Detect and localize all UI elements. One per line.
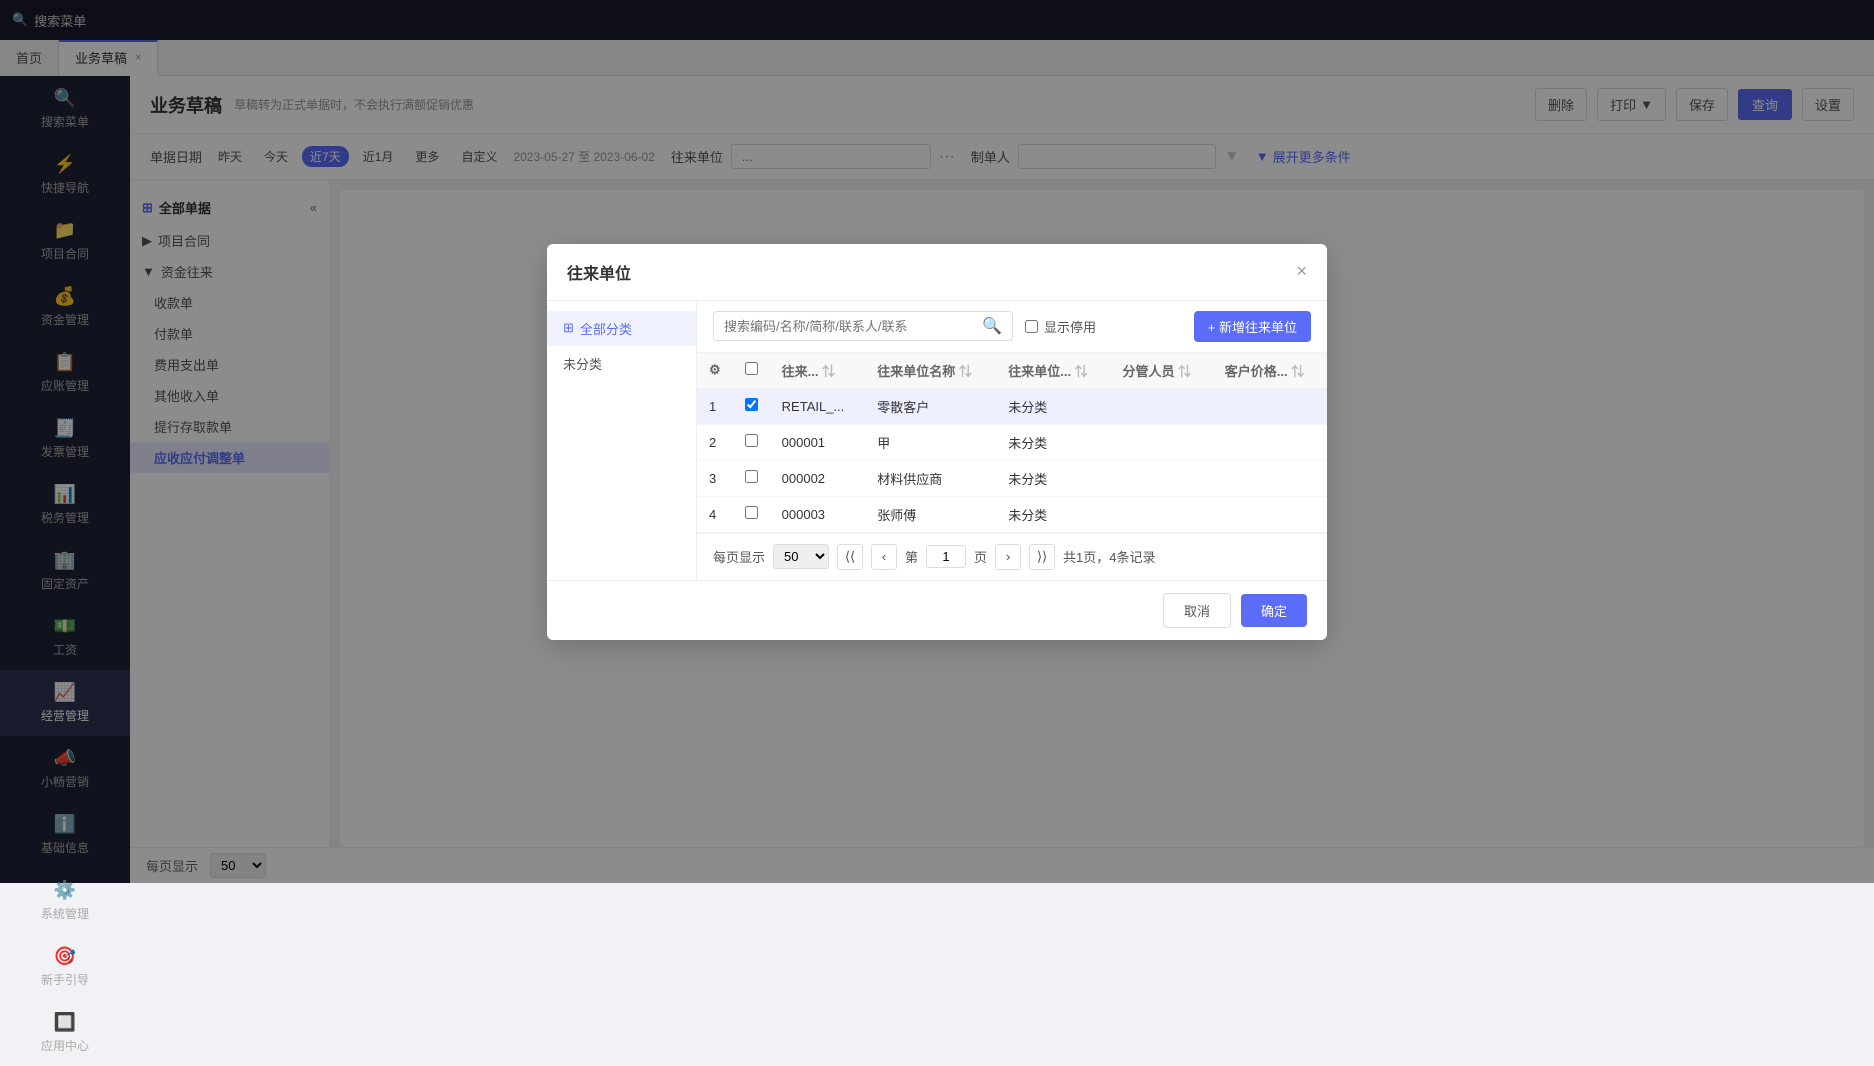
grid-dialog-icon: ⊞ [563,320,574,336]
row-code-2: 000001 [770,424,866,460]
row-select-2[interactable] [745,434,758,447]
newguide-icon: 🎯 [54,946,76,967]
row-manager-2 [1110,424,1212,460]
th-name: 往来单位名称 ⇅ [865,353,996,389]
row-select-1[interactable] [745,398,758,411]
per-page-label: 每页显示 [713,547,765,566]
sort-cat-icon: ⇅ [1075,364,1088,379]
cancel-button[interactable]: 取消 [1163,593,1231,628]
row-price-3 [1213,460,1327,496]
page-word: 页 [974,547,987,566]
system-icon: ⚙️ [54,880,76,901]
sort-price-icon: ⇅ [1291,364,1304,379]
dialog-search-icon: 🔍 [982,316,1002,336]
appcenter-icon: 🔲 [54,1012,76,1033]
show-disabled-group: 显示停用 [1025,317,1096,336]
row-price-1 [1213,388,1327,424]
row-checkbox-2 [733,424,770,460]
row-category-4: 未分类 [996,496,1110,532]
row-category-3: 未分类 [996,460,1110,496]
row-code-3: 000002 [770,460,866,496]
row-settings-1: 1 [697,388,733,424]
dialog-search-box: 🔍 [713,311,1013,341]
row-manager-4 [1110,496,1212,532]
row-checkbox-1 [733,388,770,424]
row-select-4[interactable] [745,506,758,519]
th-checkbox [733,353,770,389]
th-code: 往来... ⇅ [770,353,866,389]
dialog-footer: 取消 确定 [547,580,1327,640]
table-row[interactable]: 2 000001 甲 未分类 [697,424,1327,460]
dialog-content: 🔍 显示停用 + 新增往来单位 ⚙ [697,301,1327,580]
row-price-2 [1213,424,1327,460]
table-row[interactable]: 3 000002 材料供应商 未分类 [697,460,1327,496]
th-manager: 分管人员 ⇅ [1110,353,1212,389]
row-code-4: 000003 [770,496,866,532]
page-num-label: 第 [905,547,918,566]
dialog-pagination: 每页显示 50 100 ⟨⟨ ‹ 第 页 › ⟩⟩ 共1页，4条记录 [697,533,1327,580]
sidebar-item-appcenter[interactable]: 🔲 应用中心 [0,1000,130,1066]
dialog-table: ⚙ 往来... ⇅ 往来单位名称 ⇅ [697,353,1327,533]
dialog-sidebar-uncategorized[interactable]: 未分类 [547,346,696,381]
row-name-1: 零散客户 [865,388,996,424]
select-all-checkbox[interactable] [745,362,758,375]
row-checkbox-3 [733,460,770,496]
total-info: 共1页，4条记录 [1063,547,1155,566]
dialog-title: 往来单位 [567,260,631,284]
page-number-input[interactable] [926,545,966,568]
row-settings-3: 3 [697,460,733,496]
dialog-header: 往来单位 × [547,244,1327,301]
dialog-sidebar-all[interactable]: ⊞ 全部分类 [547,311,696,346]
dialog-close-button[interactable]: × [1296,261,1307,282]
row-select-3[interactable] [745,470,758,483]
dialog-sidebar: ⊞ 全部分类 未分类 [547,301,697,580]
sort-icon: ⇅ [822,364,835,379]
sidebar-label-newguide: 新手引导 [41,971,89,988]
sidebar-label-system: 系统管理 [41,905,89,922]
sort-name-icon: ⇅ [959,364,972,379]
row-manager-3 [1110,460,1212,496]
sidebar-label-appcenter: 应用中心 [41,1037,89,1054]
per-page-select[interactable]: 50 100 [773,544,829,569]
new-partner-button[interactable]: + 新增往来单位 [1194,311,1311,342]
row-category-2: 未分类 [996,424,1110,460]
row-checkbox-4 [733,496,770,532]
row-category-1: 未分类 [996,388,1110,424]
th-settings: ⚙ [697,353,733,389]
page-last-button[interactable]: ⟩⟩ [1029,544,1055,570]
dialog-content-toolbar: 🔍 显示停用 + 新增往来单位 [697,301,1327,353]
dialog-body: ⊞ 全部分类 未分类 🔍 显示停用 [547,301,1327,580]
row-price-4 [1213,496,1327,532]
confirm-button[interactable]: 确定 [1241,594,1307,627]
sidebar-item-newguide[interactable]: 🎯 新手引导 [0,934,130,1000]
dialog-table-header: ⚙ 往来... ⇅ 往来单位名称 ⇅ [697,353,1327,389]
row-code-1: RETAIL_... [770,388,866,424]
settings-icon[interactable]: ⚙ [709,362,721,377]
dialog-overlay: 往来单位 × ⊞ 全部分类 未分类 🔍 [0,0,1874,883]
dialog-search-input[interactable] [724,319,976,334]
th-category: 往来单位... ⇅ [996,353,1110,389]
sort-mgr-icon: ⇅ [1178,364,1191,379]
show-disabled-checkbox[interactable] [1025,320,1038,333]
page-prev-button[interactable]: ‹ [871,544,897,570]
row-settings-4: 4 [697,496,733,532]
row-name-3: 材料供应商 [865,460,996,496]
partner-dialog: 往来单位 × ⊞ 全部分类 未分类 🔍 [547,244,1327,640]
row-name-4: 张师傅 [865,496,996,532]
page-next-button[interactable]: › [995,544,1021,570]
row-settings-2: 2 [697,424,733,460]
table-row[interactable]: 4 000003 张师傅 未分类 [697,496,1327,532]
table-row[interactable]: 1 RETAIL_... 零散客户 未分类 [697,388,1327,424]
row-name-2: 甲 [865,424,996,460]
th-price: 客户价格... ⇅ [1213,353,1327,389]
dialog-table-wrap: ⚙ 往来... ⇅ 往来单位名称 ⇅ [697,353,1327,533]
row-manager-1 [1110,388,1212,424]
page-first-button[interactable]: ⟨⟨ [837,544,863,570]
